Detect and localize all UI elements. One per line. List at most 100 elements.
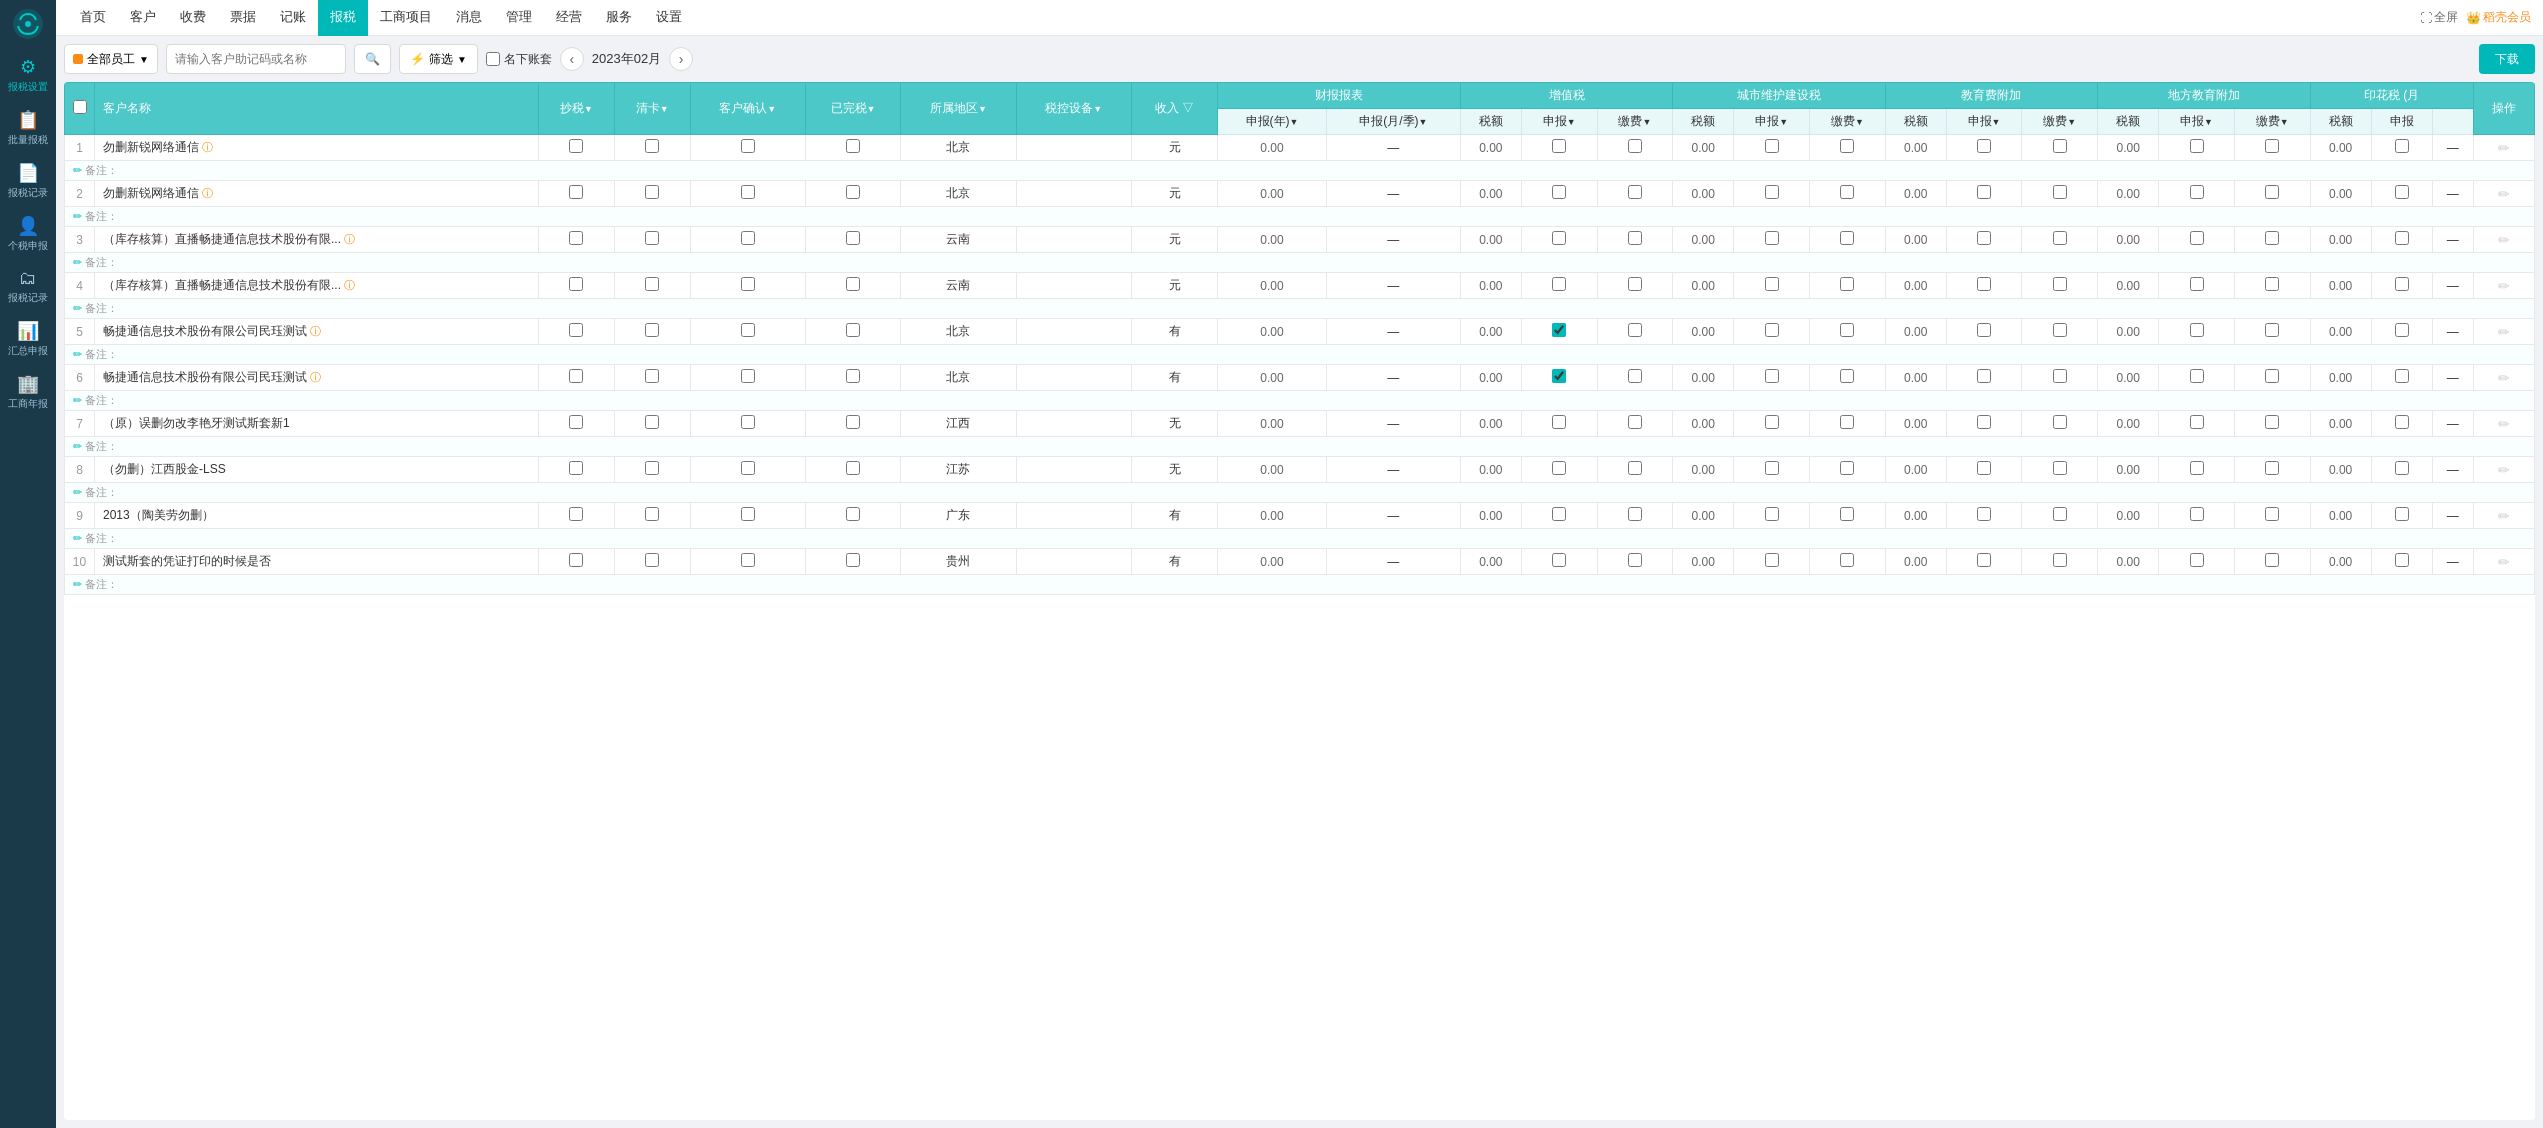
- nav-piaoju[interactable]: 票据: [218, 0, 268, 36]
- chaoshu-checkbox[interactable]: [569, 415, 583, 429]
- edit-icon[interactable]: ✏: [2498, 232, 2510, 248]
- difang-jiaofei-checkbox[interactable]: [2265, 461, 2279, 475]
- edit-note-icon[interactable]: ✏: [73, 164, 82, 176]
- warning-icon[interactable]: ⓘ: [310, 371, 321, 383]
- jiaoyu-shenbao-cell[interactable]: [1946, 365, 2022, 391]
- employee-filter[interactable]: 全部员工 ▼: [64, 44, 158, 74]
- jiaoyu-shenbao-checkbox[interactable]: [1977, 231, 1991, 245]
- queren-cell[interactable]: [690, 457, 805, 483]
- jiaoyu-shenbao-cell[interactable]: [1946, 549, 2022, 575]
- action-cell[interactable]: ✏: [2473, 365, 2534, 391]
- zengzhi-jiaofei-cell[interactable]: [1597, 227, 1673, 253]
- difang-shenbao-cell[interactable]: [2159, 411, 2235, 437]
- yinhua-shenbao-cell[interactable]: [2371, 227, 2432, 253]
- difang-jiaofei-cell[interactable]: [2234, 273, 2310, 299]
- zengzhi-shenbao-checkbox[interactable]: [1552, 277, 1566, 291]
- search-button[interactable]: 🔍: [354, 44, 391, 74]
- zengzhi-shenbao-checkbox[interactable]: [1552, 323, 1566, 337]
- chaoshu-cell[interactable]: [539, 503, 615, 529]
- zengzhi-shenbao-cell[interactable]: [1521, 457, 1597, 483]
- zengzhi-shenbao-cell[interactable]: [1521, 503, 1597, 529]
- zengzhi-shenbao-checkbox[interactable]: [1552, 231, 1566, 245]
- yinhua-shenbao-checkbox[interactable]: [2395, 139, 2409, 153]
- qingka-checkbox[interactable]: [645, 139, 659, 153]
- yinhua-shenbao-checkbox[interactable]: [2395, 553, 2409, 567]
- jiaoyu-jiaofei-checkbox[interactable]: [2053, 323, 2067, 337]
- chengshi-shenbao-cell[interactable]: [1734, 549, 1810, 575]
- th-zengzhi-jiaofei[interactable]: 缴费▼: [1597, 109, 1673, 135]
- jiaoyu-jiaofei-cell[interactable]: [2022, 549, 2098, 575]
- queren-checkbox[interactable]: [741, 415, 755, 429]
- difang-shenbao-checkbox[interactable]: [2190, 369, 2204, 383]
- sidebar-item-baoshuijilu[interactable]: 📄 报税记录: [0, 154, 56, 207]
- chengshi-shenbao-checkbox[interactable]: [1765, 507, 1779, 521]
- jiaoyu-shenbao-checkbox[interactable]: [1977, 277, 1991, 291]
- qingka-cell[interactable]: [614, 181, 690, 207]
- zengzhi-shenbao-checkbox[interactable]: [1552, 461, 1566, 475]
- sidebar-item-gongshang[interactable]: 🏢 工商年报: [0, 365, 56, 418]
- yinhua-shenbao-checkbox[interactable]: [2395, 277, 2409, 291]
- sidebar-item-piliangbaoshu[interactable]: 📋 批量报税: [0, 101, 56, 154]
- queren-cell[interactable]: [690, 319, 805, 345]
- zengzhi-jiaofei-checkbox[interactable]: [1628, 507, 1642, 521]
- chengshi-shenbao-cell[interactable]: [1734, 181, 1810, 207]
- chengshi-shenbao-cell[interactable]: [1734, 457, 1810, 483]
- chengshi-jiaofei-cell[interactable]: [1810, 503, 1886, 529]
- zengzhi-shenbao-cell[interactable]: [1521, 135, 1597, 161]
- yiwanshu-cell[interactable]: [805, 411, 901, 437]
- difang-jiaofei-cell[interactable]: [2234, 227, 2310, 253]
- difang-jiaofei-checkbox[interactable]: [2265, 415, 2279, 429]
- zengzhi-jiaofei-checkbox[interactable]: [1628, 369, 1642, 383]
- qingka-checkbox[interactable]: [645, 507, 659, 521]
- action-cell[interactable]: ✏: [2473, 319, 2534, 345]
- zengzhi-shenbao-cell[interactable]: [1521, 549, 1597, 575]
- jiaoyu-shenbao-cell[interactable]: [1946, 181, 2022, 207]
- nav-guanli[interactable]: 管理: [494, 0, 544, 36]
- queren-cell[interactable]: [690, 181, 805, 207]
- chengshi-jiaofei-cell[interactable]: [1810, 319, 1886, 345]
- chaoshu-cell[interactable]: [539, 227, 615, 253]
- yiwanshu-cell[interactable]: [805, 135, 901, 161]
- difang-jiaofei-checkbox[interactable]: [2265, 185, 2279, 199]
- zengzhi-shenbao-checkbox[interactable]: [1552, 507, 1566, 521]
- yiwanshu-cell[interactable]: [805, 457, 901, 483]
- chengshi-shenbao-cell[interactable]: [1734, 365, 1810, 391]
- difang-jiaofei-checkbox[interactable]: [2265, 139, 2279, 153]
- jiaoyu-jiaofei-cell[interactable]: [2022, 457, 2098, 483]
- yinhua-shenbao-cell[interactable]: [2371, 549, 2432, 575]
- difang-shenbao-cell[interactable]: [2159, 319, 2235, 345]
- jiaoyu-jiaofei-checkbox[interactable]: [2053, 231, 2067, 245]
- yinhua-shenbao-checkbox[interactable]: [2395, 323, 2409, 337]
- edit-icon[interactable]: ✏: [2498, 370, 2510, 386]
- difang-shenbao-cell[interactable]: [2159, 503, 2235, 529]
- chaoshu-checkbox[interactable]: [569, 369, 583, 383]
- zengzhi-jiaofei-checkbox[interactable]: [1628, 553, 1642, 567]
- chengshi-jiaofei-checkbox[interactable]: [1840, 415, 1854, 429]
- difang-jiaofei-checkbox[interactable]: [2265, 277, 2279, 291]
- chengshi-shenbao-cell[interactable]: [1734, 503, 1810, 529]
- edit-note-icon[interactable]: ✏: [73, 348, 82, 360]
- zengzhi-shenbao-checkbox[interactable]: [1552, 185, 1566, 199]
- jiaoyu-shenbao-checkbox[interactable]: [1977, 461, 1991, 475]
- jiaoyu-jiaofei-checkbox[interactable]: [2053, 461, 2067, 475]
- chengshi-jiaofei-checkbox[interactable]: [1840, 231, 1854, 245]
- zengzhi-jiaofei-checkbox[interactable]: [1628, 415, 1642, 429]
- th-queren[interactable]: 客户确认▼: [690, 83, 805, 135]
- difang-shenbao-cell[interactable]: [2159, 227, 2235, 253]
- chengshi-shenbao-cell[interactable]: [1734, 411, 1810, 437]
- zengzhi-jiaofei-checkbox[interactable]: [1628, 185, 1642, 199]
- search-input[interactable]: [166, 44, 346, 74]
- yiwanshu-cell[interactable]: [805, 319, 901, 345]
- queren-checkbox[interactable]: [741, 369, 755, 383]
- zengzhi-shenbao-cell[interactable]: [1521, 411, 1597, 437]
- yinhua-shenbao-cell[interactable]: [2371, 273, 2432, 299]
- nav-gongshang[interactable]: 工商项目: [368, 0, 444, 36]
- th-diqu[interactable]: 所属地区▼: [901, 83, 1016, 135]
- difang-jiaofei-checkbox[interactable]: [2265, 323, 2279, 337]
- action-cell[interactable]: ✏: [2473, 181, 2534, 207]
- queren-checkbox[interactable]: [741, 323, 755, 337]
- difang-shenbao-cell[interactable]: [2159, 181, 2235, 207]
- jiaoyu-shenbao-checkbox[interactable]: [1977, 553, 1991, 567]
- yiwanshu-cell[interactable]: [805, 273, 901, 299]
- chaoshu-cell[interactable]: [539, 319, 615, 345]
